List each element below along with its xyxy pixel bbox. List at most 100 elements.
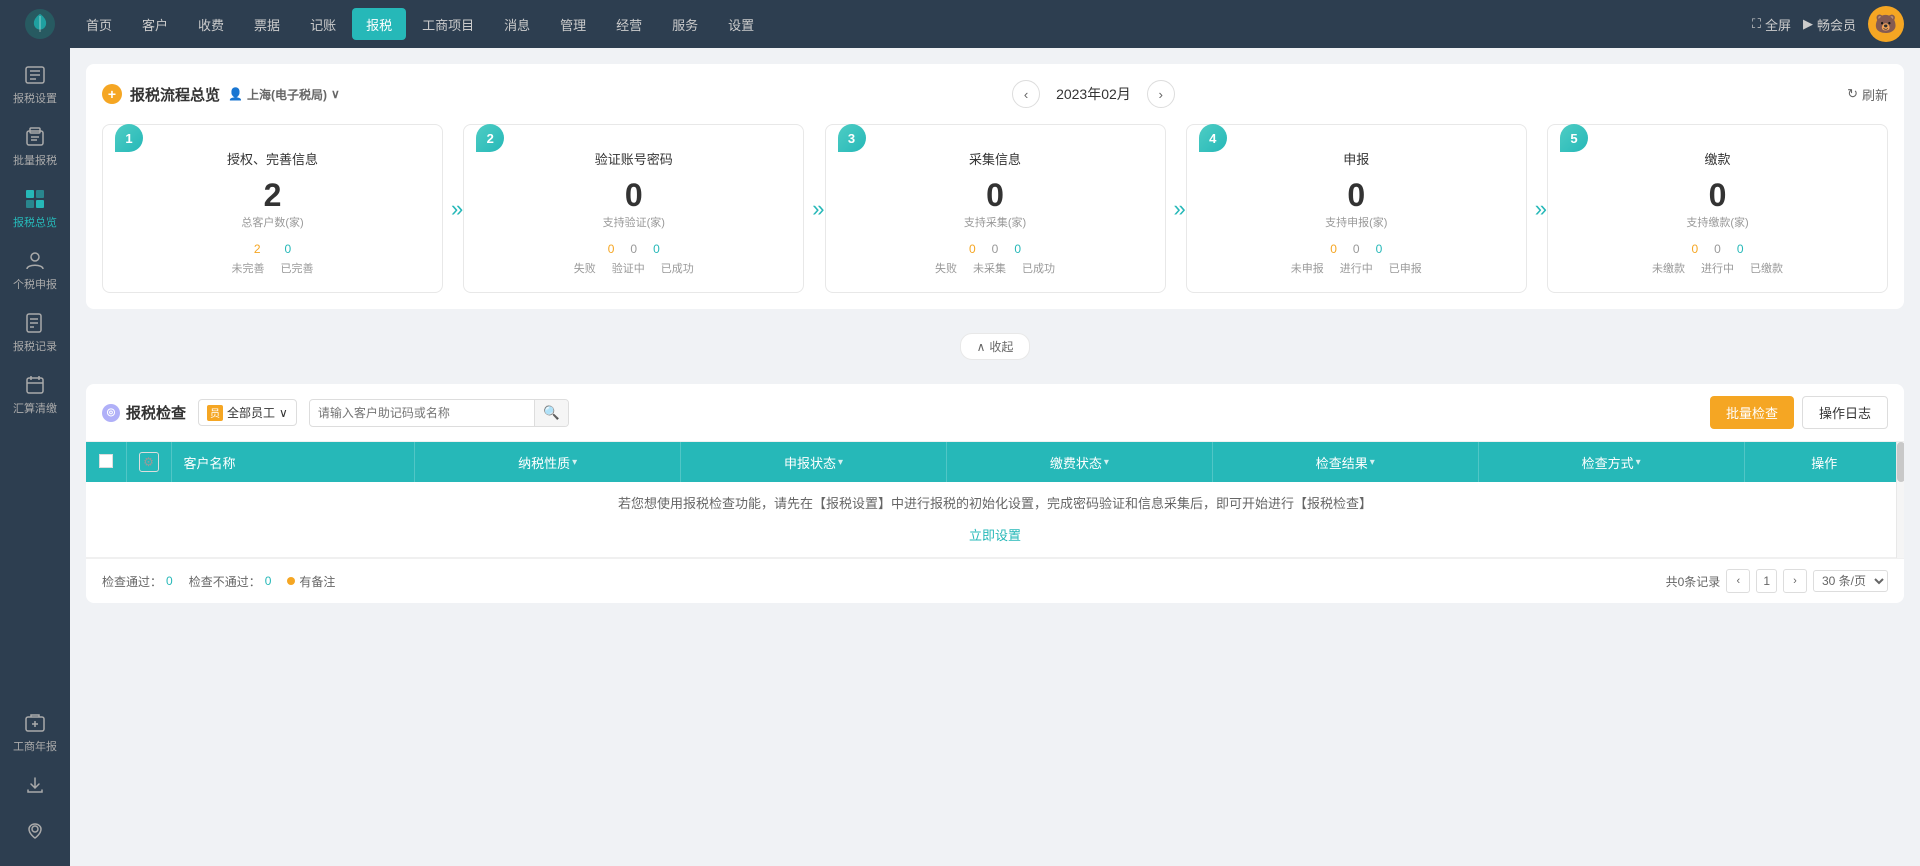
step2-stat-success[interactable]: 0: [653, 242, 660, 256]
step5-stat-pending[interactable]: 0: [1714, 242, 1721, 256]
col-label-tax-nature: 纳税性质: [518, 453, 570, 472]
step4-stat-success[interactable]: 0: [1376, 242, 1383, 256]
pass-count-link[interactable]: 0: [166, 574, 173, 588]
sidebar-item-annual-settlement[interactable]: 汇算清缴: [3, 366, 67, 424]
tax-settings-icon: [24, 64, 46, 86]
flow-step-3: 3 采集信息 0 支持采集(家) 0 0 0 失败 未采集 已成功: [825, 124, 1166, 293]
sidebar-location[interactable]: [3, 812, 67, 850]
nav-settings[interactable]: 设置: [714, 8, 768, 40]
label2-success: 已成功: [661, 260, 694, 276]
step3-stat-pending[interactable]: 0: [992, 242, 999, 256]
employee-filter-label: 全部员工: [227, 404, 275, 421]
current-date: 2023年02月: [1056, 84, 1131, 104]
col-filter-declare[interactable]: 申报状态 ▾: [784, 453, 843, 472]
nav-accounting[interactable]: 记账: [296, 8, 350, 40]
date-prev-button[interactable]: ‹: [1012, 80, 1040, 108]
immediate-setup-link[interactable]: 立即设置: [969, 528, 1021, 543]
tax-check-table: ⚙ 客户名称 纳税性质 ▾ 申: [86, 442, 1904, 558]
client-search-input[interactable]: [310, 401, 534, 425]
pagination: 共0条记录 ‹ 1 › 30 条/页: [1666, 569, 1888, 593]
vip-button[interactable]: ▶ 畅会员: [1803, 15, 1856, 34]
nav-tax[interactable]: 报税: [352, 8, 406, 40]
step-title-2: 验证账号密码: [480, 149, 787, 168]
step5-stat-fail[interactable]: 0: [1691, 242, 1698, 256]
collapse-button[interactable]: ∧ 收起: [960, 333, 1031, 360]
col-filter-check-result[interactable]: 检查结果 ▾: [1316, 453, 1375, 472]
fail-count-link[interactable]: 0: [265, 574, 272, 588]
col-filter-tax-nature[interactable]: 纳税性质 ▾: [518, 453, 577, 472]
date-next-button[interactable]: ›: [1147, 80, 1175, 108]
nav-home[interactable]: 首页: [72, 8, 126, 40]
sidebar-item-batch-tax[interactable]: 批量报税: [3, 118, 67, 176]
label5-success: 已缴款: [1750, 260, 1783, 276]
page-first-button[interactable]: ‹: [1726, 569, 1750, 593]
fullscreen-button[interactable]: ⛶ 全屏: [1752, 15, 1791, 34]
refresh-icon: ↻: [1847, 86, 1858, 102]
per-page-selector[interactable]: 30 条/页: [1813, 570, 1888, 592]
col-label-operation: 操作: [1811, 456, 1837, 471]
nav-operation[interactable]: 经营: [602, 8, 656, 40]
step4-stat-pending[interactable]: 0: [1353, 242, 1360, 256]
date-navigation: ‹ 2023年02月 ›: [1012, 80, 1175, 108]
step-stat-incomplete[interactable]: 2: [254, 242, 261, 256]
left-sidebar: 报税设置 批量报税 报税总览: [0, 48, 70, 866]
table-settings-button[interactable]: ⚙: [139, 452, 159, 472]
nav-message[interactable]: 消息: [490, 8, 544, 40]
sidebar-download[interactable]: [3, 766, 67, 804]
operation-log-button[interactable]: 操作日志: [1802, 396, 1888, 429]
tax-overview-icon: [24, 188, 46, 210]
step-number-2: 2: [476, 124, 504, 152]
scrollbar-thumb: [1897, 442, 1904, 482]
page-next-button[interactable]: ›: [1783, 569, 1807, 593]
nav-fee[interactable]: 收费: [184, 8, 238, 40]
step-title-1: 授权、完善信息: [119, 149, 426, 168]
col-filter-check-method[interactable]: 检查方式 ▾: [1582, 453, 1641, 472]
current-page: 1: [1756, 569, 1777, 593]
step-subtitle-4: 支持申报(家): [1203, 214, 1510, 230]
employee-filter[interactable]: 员 全部员工 ∨: [198, 399, 297, 426]
step4-stat-fail[interactable]: 0: [1330, 242, 1337, 256]
app-logo[interactable]: [16, 0, 64, 48]
chevron-down-icon: ∨: [331, 87, 340, 101]
sidebar-label-personal-tax: 个税申报: [13, 276, 57, 292]
nav-client[interactable]: 客户: [128, 8, 182, 40]
step-number-3: 3: [838, 124, 866, 152]
step-stat-complete[interactable]: 0: [285, 242, 292, 256]
pass-label: 检查通过：: [102, 573, 162, 590]
col-filter-pay[interactable]: 缴费状态 ▾: [1050, 453, 1109, 472]
label-incomplete: 未完善: [232, 260, 265, 276]
nav-service[interactable]: 服务: [658, 8, 712, 40]
refresh-button[interactable]: ↻ 刷新: [1847, 85, 1888, 104]
sidebar-item-tax-overview[interactable]: 报税总览: [3, 180, 67, 238]
step5-stat-success[interactable]: 0: [1737, 242, 1744, 256]
nav-invoice[interactable]: 票据: [240, 8, 294, 40]
user-avatar[interactable]: 🐻: [1868, 6, 1904, 42]
label3-success: 已成功: [1022, 260, 1055, 276]
filter-icon-declare: ▾: [838, 457, 843, 468]
sidebar-item-business-annual[interactable]: 工商年报: [3, 704, 67, 762]
label-complete: 已完善: [281, 260, 314, 276]
step3-stat-success[interactable]: 0: [1014, 242, 1021, 256]
nav-management[interactable]: 管理: [546, 8, 600, 40]
annual-settlement-icon: [24, 374, 46, 396]
table-scrollbar[interactable]: [1896, 442, 1904, 558]
location-selector[interactable]: 👤 上海(电子税局) ∨: [228, 86, 340, 103]
label4-fail: 未申报: [1291, 260, 1324, 276]
sidebar-item-tax-settings[interactable]: 报税设置: [3, 56, 67, 114]
tax-records-icon: [24, 312, 46, 334]
search-button[interactable]: 🔍: [534, 400, 568, 426]
sidebar-item-personal-tax[interactable]: 个税申报: [3, 242, 67, 300]
step3-stat-fail[interactable]: 0: [969, 242, 976, 256]
select-all-checkbox[interactable]: [99, 454, 113, 468]
check-actions: 批量检查 操作日志: [1710, 396, 1888, 429]
sidebar-item-tax-records[interactable]: 报税记录: [3, 304, 67, 362]
step2-stat-pending[interactable]: 0: [630, 242, 637, 256]
check-title-icon: ◎: [102, 404, 120, 422]
batch-check-button[interactable]: 批量检查: [1710, 396, 1794, 429]
refresh-label: 刷新: [1862, 85, 1888, 104]
nav-business[interactable]: 工商项目: [408, 8, 488, 40]
step-title-4: 申报: [1203, 149, 1510, 168]
step-labels-3: 失败 未采集 已成功: [842, 260, 1149, 276]
step-title-3: 采集信息: [842, 149, 1149, 168]
step2-stat-fail[interactable]: 0: [608, 242, 615, 256]
